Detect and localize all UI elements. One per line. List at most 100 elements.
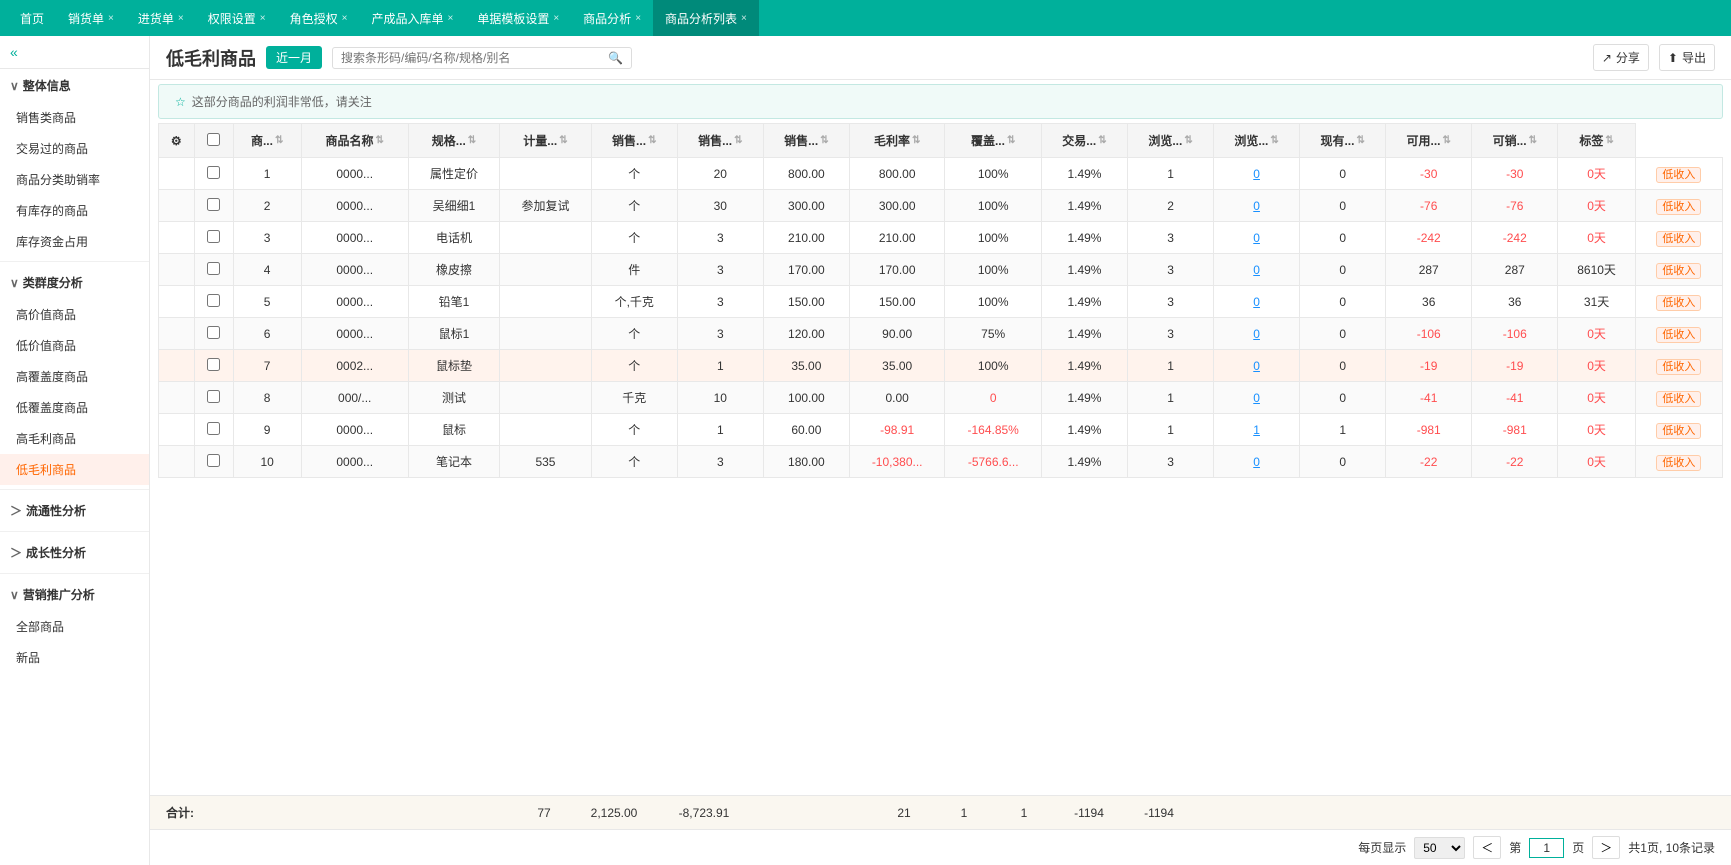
cell-checkbox[interactable] [194,286,233,318]
sidebar-section-cluster[interactable]: ∨ 类群度分析 [0,266,149,299]
col-browse2[interactable]: 浏览...⇅ [1214,124,1300,158]
col-browse1[interactable]: 浏览...⇅ [1128,124,1214,158]
col-settings[interactable]: ⚙ [159,124,195,158]
col-checkbox[interactable] [194,124,233,158]
nav-sales[interactable]: 销货单 × [56,0,126,36]
cell-checkbox[interactable] [194,414,233,446]
nav-goods-analysis-list-close[interactable]: × [741,13,747,24]
nav-product-entry-close[interactable]: × [447,13,453,24]
cell-checkbox[interactable] [194,350,233,382]
nav-purchase[interactable]: 进货单 × [126,0,196,36]
col-coverage[interactable]: 覆盖...⇅ [945,124,1042,158]
sidebar-item-high-margin[interactable]: 高毛利商品 [0,423,149,454]
col-spec[interactable]: 规格...⇅ [408,124,499,158]
row-checkbox-6[interactable] [207,358,220,371]
nav-sales-close[interactable]: × [108,13,114,24]
col-sales-amount[interactable]: 销售...⇅ [677,124,763,158]
search-icon[interactable]: 🔍 [608,51,623,65]
col-name[interactable]: 商品名称⇅ [301,124,408,158]
share-button[interactable]: ↗ 分享 [1593,44,1649,71]
row-checkbox-3[interactable] [207,262,220,275]
nav-goods-analysis[interactable]: 商品分析 × [571,0,653,36]
sidebar-item-low-value[interactable]: 低价值商品 [0,330,149,361]
nav-template[interactable]: 单据模板设置 × [465,0,571,36]
sidebar-section-overall[interactable]: ∨ 整体信息 [0,69,149,102]
sidebar-item-all-goods[interactable]: 全部商品 [0,611,149,642]
cell-checkbox[interactable] [194,254,233,286]
row-checkbox-8[interactable] [207,422,220,435]
cell-browse1[interactable]: 1 [1214,414,1300,446]
cell-browse1[interactable]: 0 [1214,286,1300,318]
cell-browse1[interactable]: 0 [1214,350,1300,382]
col-transaction[interactable]: 交易...⇅ [1041,124,1127,158]
page-number-input[interactable] [1529,838,1564,858]
cell-checkbox[interactable] [194,158,233,190]
cell-browse1[interactable]: 0 [1214,190,1300,222]
col-available-stock[interactable]: 可用...⇅ [1386,124,1472,158]
cell-checkbox[interactable] [194,446,233,478]
nav-product-entry[interactable]: 产成品入库单 × [359,0,465,36]
row-checkbox-9[interactable] [207,454,220,467]
next-page-btn[interactable]: ＞ [1592,836,1620,859]
cell-browse1[interactable]: 0 [1214,254,1300,286]
export-button[interactable]: ⬆ 导出 [1659,44,1715,71]
row-checkbox-1[interactable] [207,198,220,211]
sidebar-item-low-margin[interactable]: 低毛利商品 [0,454,149,485]
search-input[interactable] [341,51,608,65]
sidebar-item-stock-funds[interactable]: 库存资金占用 [0,226,149,257]
sidebar-section-marketing[interactable]: ∨ 营销推广分析 [0,578,149,611]
cell-checkbox[interactable] [194,382,233,414]
cell-browse1[interactable]: 0 [1214,446,1300,478]
nav-purchase-close[interactable]: × [178,13,184,24]
row-checkbox-0[interactable] [207,166,220,179]
nav-roles[interactable]: 角色授权 × [278,0,360,36]
sidebar-item-stock-goods[interactable]: 有库存的商品 [0,195,149,226]
row-checkbox-5[interactable] [207,326,220,339]
select-all-checkbox[interactable] [207,133,220,146]
sidebar-item-high-coverage[interactable]: 高覆盖度商品 [0,361,149,392]
cell-code: 0002... [301,350,408,382]
cell-transaction: 1 [1128,350,1214,382]
nav-template-close[interactable]: × [553,13,559,24]
nav-home[interactable]: 首页 [8,0,56,36]
col-sales-qty[interactable]: 销售...⇅ [591,124,677,158]
prev-page-btn[interactable]: ＜ [1473,836,1501,859]
sidebar-item-traded-goods[interactable]: 交易过的商品 [0,133,149,164]
per-page-select[interactable]: 50 20 100 [1414,837,1465,859]
col-gross-margin[interactable]: 毛利率⇅ [849,124,945,158]
cell-browse1[interactable]: 0 [1214,318,1300,350]
cell-current-stock: -242 [1386,222,1472,254]
col-current-stock[interactable]: 现有...⇅ [1300,124,1386,158]
cell-checkbox[interactable] [194,318,233,350]
sidebar-item-new-goods[interactable]: 新品 [0,642,149,673]
nav-roles-close[interactable]: × [342,13,348,24]
cell-current-stock: -22 [1386,446,1472,478]
cell-current-stock: -30 [1386,158,1472,190]
sidebar-item-sales-goods[interactable]: 销售类商品 [0,102,149,133]
cell-checkbox[interactable] [194,190,233,222]
nav-goods-analysis-close[interactable]: × [635,13,641,24]
nav-permissions-close[interactable]: × [260,13,266,24]
col-code[interactable]: 商...⇅ [233,124,301,158]
cell-browse1[interactable]: 0 [1214,222,1300,254]
cell-checkbox[interactable] [194,222,233,254]
row-checkbox-2[interactable] [207,230,220,243]
period-button[interactable]: 近一月 [266,46,322,69]
nav-permissions[interactable]: 权限设置 × [196,0,278,36]
col-tag[interactable]: 标签⇅ [1558,124,1636,158]
sidebar-section-growth[interactable]: ＞ 成长性分析 [0,536,149,569]
cell-browse2: 0 [1300,318,1386,350]
row-checkbox-7[interactable] [207,390,220,403]
nav-goods-analysis-list[interactable]: 商品分析列表 × [653,0,759,36]
col-sales-profit[interactable]: 销售...⇅ [763,124,849,158]
cell-browse1[interactable]: 0 [1214,158,1300,190]
col-sellable-days[interactable]: 可销...⇅ [1472,124,1558,158]
sidebar-item-category-rate[interactable]: 商品分类助销率 [0,164,149,195]
sidebar-item-high-value[interactable]: 高价值商品 [0,299,149,330]
sidebar-collapse-btn[interactable]: « [10,44,18,60]
sidebar-item-low-coverage[interactable]: 低覆盖度商品 [0,392,149,423]
cell-browse1[interactable]: 0 [1214,382,1300,414]
sidebar-section-flow[interactable]: ＞ 流通性分析 [0,494,149,527]
row-checkbox-4[interactable] [207,294,220,307]
col-unit[interactable]: 计量...⇅ [500,124,591,158]
